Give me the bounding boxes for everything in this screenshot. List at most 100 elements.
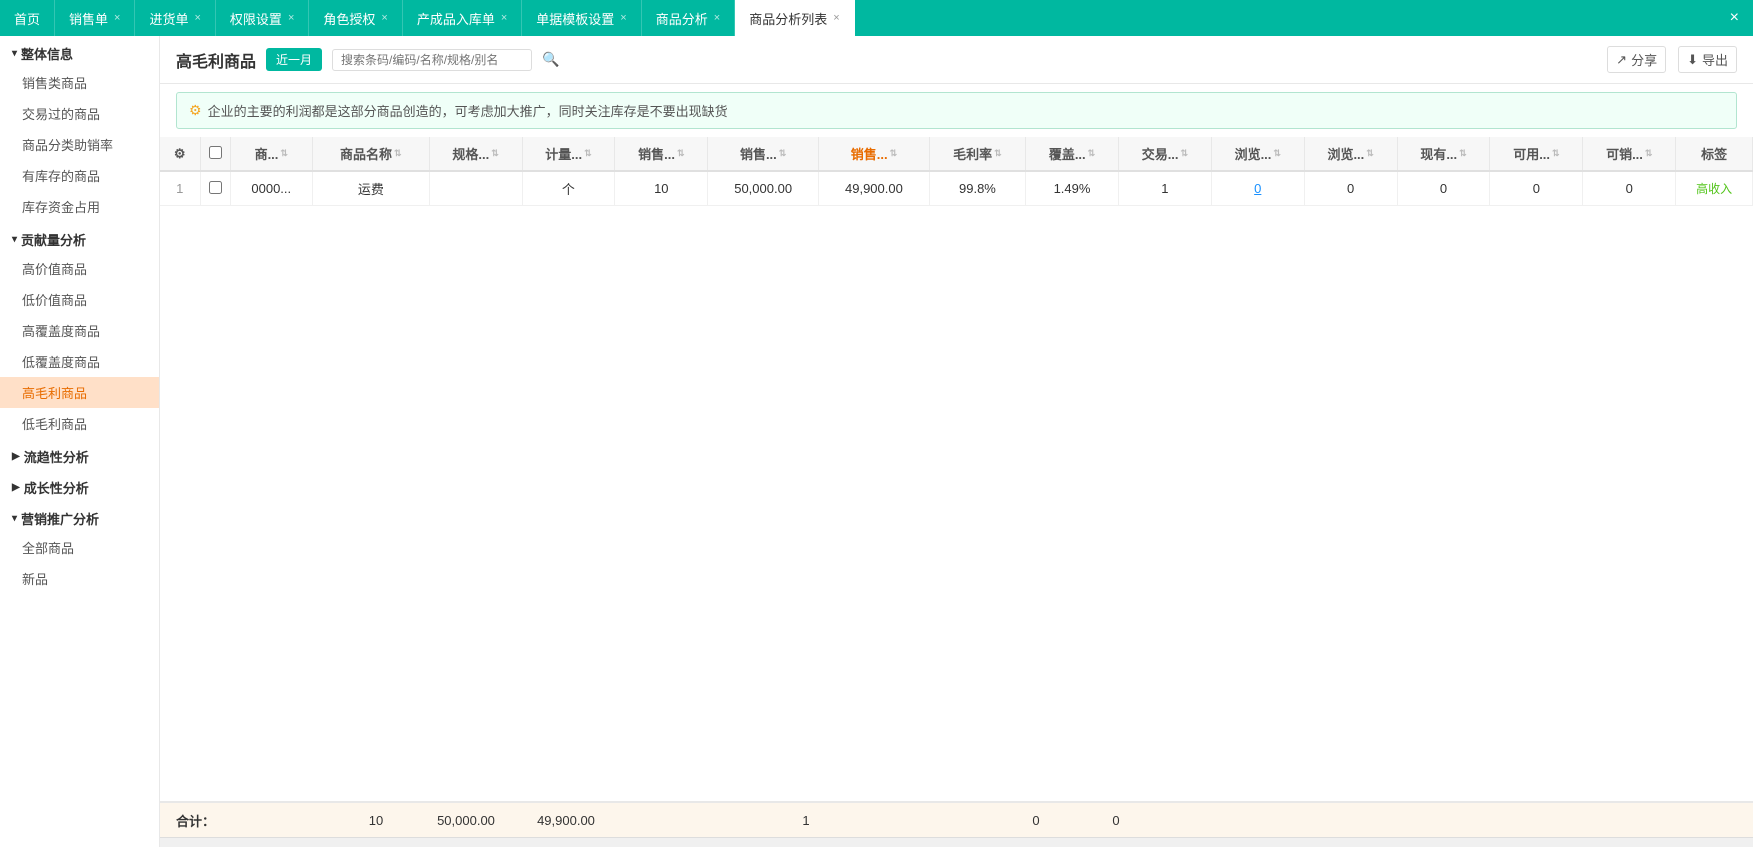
sidebar-group-flow[interactable]: ▶ 流趋性分析	[0, 439, 159, 470]
close-icon[interactable]: ×	[714, 12, 720, 24]
sidebar-item-low-margin[interactable]: 低毛利商品	[0, 408, 159, 439]
sort-icon: ⇅	[1552, 148, 1560, 159]
sidebar-item-high-margin[interactable]: 高毛利商品	[0, 377, 159, 408]
row-sales-cost: 49,900.00	[819, 171, 930, 206]
sidebar-item-all-goods[interactable]: 全部商品	[0, 532, 159, 563]
sidebar-item-stocked-goods[interactable]: 有库存的商品	[0, 160, 159, 191]
row-num: 1	[160, 171, 200, 206]
sort-icon: ⇅	[1459, 148, 1467, 159]
footer-sales-cost: 49,900.00	[516, 813, 616, 828]
window-close-button[interactable]: ×	[1716, 9, 1753, 27]
footer-total-label: 合计：	[176, 811, 336, 830]
tab-purchase[interactable]: 进货单 ×	[135, 0, 215, 36]
col-current-stock[interactable]: 现有... ⇅	[1397, 137, 1490, 171]
tab-sales[interactable]: 销售单 ×	[55, 0, 135, 36]
col-gross-margin[interactable]: 毛利率 ⇅	[929, 137, 1025, 171]
footer-cells: 10 50,000.00 49,900.00 1 0 0	[336, 813, 1737, 828]
row-sales-qty: 10	[615, 171, 708, 206]
sidebar-item-sales-goods[interactable]: 销售类商品	[0, 67, 159, 98]
content-area: 高毛利商品 近一月 🔍 ↗ 分享 ⬇ 导出 ⚙ 企业的主要的利润都是这部分商品创…	[160, 36, 1753, 847]
tab-inbound[interactable]: 产成品入库单 ×	[403, 0, 522, 36]
col-tag: 标签	[1676, 137, 1753, 171]
sidebar-item-new-goods[interactable]: 新品	[0, 563, 159, 594]
sidebar-item-low-coverage[interactable]: 低覆盖度商品	[0, 346, 159, 377]
sort-icon: ⇅	[1088, 148, 1096, 159]
export-button[interactable]: ⬇ 导出	[1678, 46, 1737, 73]
col-sales-amount[interactable]: 销售... ⇅	[708, 137, 819, 171]
share-button[interactable]: ↗ 分享	[1607, 46, 1666, 73]
sort-icon: ⇅	[584, 148, 592, 159]
row-checkbox-cell[interactable]	[200, 171, 230, 206]
sidebar-group-contribution[interactable]: ▾ 贡献量分析	[0, 222, 159, 253]
tab-roles[interactable]: 角色授权 ×	[309, 0, 402, 36]
sidebar-item-traded-goods[interactable]: 交易过的商品	[0, 98, 159, 129]
share-icon: ↗	[1616, 52, 1627, 68]
chevron-down-icon: ▾	[12, 48, 17, 59]
sidebar-group-growth[interactable]: ▶ 成长性分析	[0, 470, 159, 501]
col-sellable[interactable]: 可销... ⇅	[1583, 137, 1676, 171]
close-icon[interactable]: ×	[833, 12, 839, 24]
tip-icon: ⚙	[189, 102, 202, 119]
tab-home[interactable]: 首页	[0, 0, 55, 36]
close-icon[interactable]: ×	[381, 12, 387, 24]
main-layout: « ▾ 整体信息 销售类商品 交易过的商品 商品分类助销率 有库存的商品 库存资…	[0, 36, 1753, 847]
tab-analysis-list[interactable]: 商品分析列表 ×	[735, 0, 854, 36]
col-settings[interactable]: ⚙	[160, 137, 200, 171]
sidebar-item-high-value[interactable]: 高价值商品	[0, 253, 159, 284]
sidebar-group-marketing[interactable]: ▾ 营销推广分析	[0, 501, 159, 532]
col-view2[interactable]: 浏览... ⇅	[1304, 137, 1397, 171]
footer-empty3	[836, 813, 916, 828]
col-sales-cost[interactable]: 销售... ⇅	[819, 137, 930, 171]
search-input[interactable]	[332, 49, 532, 71]
col-spec[interactable]: 规格... ⇅	[429, 137, 522, 171]
row-view1[interactable]: 0	[1211, 171, 1304, 206]
col-code[interactable]: 商... ⇅	[230, 137, 313, 171]
footer-empty4	[916, 813, 996, 828]
select-all-checkbox[interactable]	[209, 146, 222, 159]
header-actions: ↗ 分享 ⬇ 导出	[1607, 46, 1737, 73]
sidebar-item-category-rate[interactable]: 商品分类助销率	[0, 129, 159, 160]
sort-icon: ⇅	[1273, 148, 1281, 159]
col-available[interactable]: 可用... ⇅	[1490, 137, 1583, 171]
row-sales-amount: 50,000.00	[708, 171, 819, 206]
page-title: 高毛利商品	[176, 48, 256, 72]
horizontal-scrollbar[interactable]	[160, 837, 1753, 847]
row-unit: 个	[522, 171, 615, 206]
row-checkbox[interactable]	[209, 181, 222, 194]
sidebar-item-high-coverage[interactable]: 高覆盖度商品	[0, 315, 159, 346]
tab-analysis[interactable]: 商品分析 ×	[642, 0, 735, 36]
close-icon[interactable]: ×	[288, 12, 294, 24]
footer-empty2	[696, 813, 776, 828]
top-nav: 首页 销售单 × 进货单 × 权限设置 × 角色授权 × 产成品入库单 × 单据…	[0, 0, 1753, 36]
chevron-down-icon: ▾	[12, 513, 17, 524]
sidebar-item-stock-capital[interactable]: 库存资金占用	[0, 191, 159, 222]
close-icon[interactable]: ×	[114, 12, 120, 24]
sidebar-collapse-button[interactable]: «	[159, 48, 160, 76]
table-wrapper: ⚙ 商... ⇅ 商品名称	[160, 137, 1753, 801]
col-transactions[interactable]: 交易... ⇅	[1118, 137, 1211, 171]
sidebar-group-overall[interactable]: ▾ 整体信息	[0, 36, 159, 67]
sidebar-item-low-value[interactable]: 低价值商品	[0, 284, 159, 315]
close-icon[interactable]: ×	[194, 12, 200, 24]
row-coverage: 1.49%	[1026, 171, 1119, 206]
col-view1[interactable]: 浏览... ⇅	[1211, 137, 1304, 171]
col-coverage[interactable]: 覆盖... ⇅	[1026, 137, 1119, 171]
col-sales-qty[interactable]: 销售... ⇅	[615, 137, 708, 171]
sort-icon: ⇅	[779, 148, 787, 159]
search-icon[interactable]: 🔍	[542, 51, 559, 68]
chevron-right-icon: ▶	[12, 482, 20, 493]
info-banner: ⚙ 企业的主要的利润都是这部分商品创造的，可考虑加大推广，同时关注库存是不要出现…	[176, 92, 1737, 129]
table-footer: 合计： 10 50,000.00 49,900.00 1 0 0	[160, 801, 1753, 837]
sort-icon: ⇅	[1181, 148, 1189, 159]
footer-available: 0	[1076, 813, 1156, 828]
col-name[interactable]: 商品名称 ⇅	[313, 137, 430, 171]
export-icon: ⬇	[1687, 52, 1698, 68]
sort-icon: ⇅	[677, 148, 685, 159]
tab-permissions[interactable]: 权限设置 ×	[216, 0, 309, 36]
close-icon[interactable]: ×	[501, 12, 507, 24]
filter-month-button[interactable]: 近一月	[266, 48, 322, 71]
col-unit[interactable]: 计量... ⇅	[522, 137, 615, 171]
footer-sales-amount: 50,000.00	[416, 813, 516, 828]
close-icon[interactable]: ×	[620, 12, 626, 24]
tab-template[interactable]: 单据模板设置 ×	[522, 0, 641, 36]
